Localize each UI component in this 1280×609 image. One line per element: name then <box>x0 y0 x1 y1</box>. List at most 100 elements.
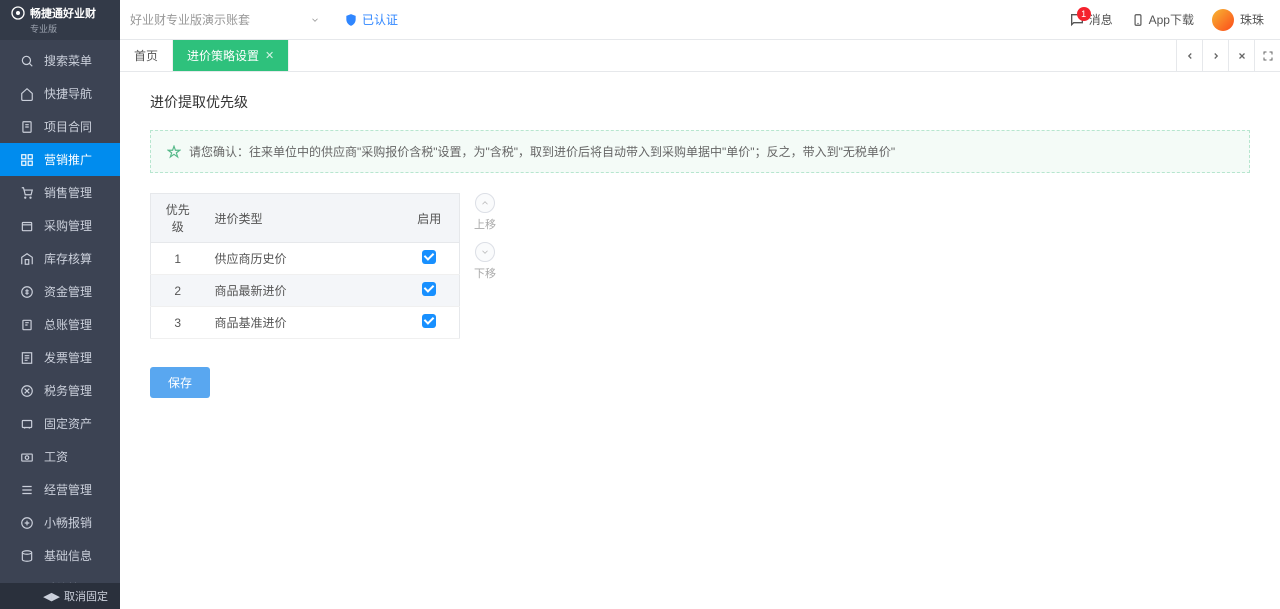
user-name: 珠珠 <box>1240 11 1264 28</box>
header: 好业财专业版演示账套 已认证 消息 1 App下载 珠珠 <box>120 0 1280 40</box>
document-icon <box>20 120 34 134</box>
enable-checkbox[interactable] <box>422 250 436 264</box>
sidebar-item-label: 小畅报销 <box>44 514 92 531</box>
sidebar-item-sales[interactable]: 销售管理 <box>0 176 120 209</box>
info-note: 请您确认：往来单位中的供应商"采购报价含税"设置，为"含税"，取到进价后将自动带… <box>150 130 1250 173</box>
sidebar-item-label: 采购管理 <box>44 217 92 234</box>
chevron-down-icon <box>310 15 320 25</box>
row-index: 1 <box>151 243 205 275</box>
sidebar-item-invoice[interactable]: 发票管理 <box>0 341 120 374</box>
note-text: 请您确认：往来单位中的供应商"采购报价含税"设置，为"含税"，取到进价后将自动带… <box>189 143 895 160</box>
table-row[interactable]: 2 商品最新进价 <box>151 275 460 307</box>
move-down-label: 下移 <box>474 265 496 281</box>
org-name: 好业财专业版演示账套 <box>130 11 250 28</box>
chevron-down-icon <box>480 247 490 257</box>
row-index: 3 <box>151 307 205 339</box>
messages-count-badge: 1 <box>1077 7 1091 21</box>
sidebar-item-tax[interactable]: 税务管理 <box>0 374 120 407</box>
sidebar: 畅捷通好业财 专业版 搜索菜单 快捷导航 项目合同 营销推广 <box>0 0 120 609</box>
sidebar-pin-toggle[interactable]: ◀▶ 取消固定 <box>0 583 120 609</box>
pin-icon: ◀▶ <box>43 590 60 603</box>
chevron-up-icon <box>480 198 490 208</box>
table-row[interactable]: 3 商品基准进价 <box>151 307 460 339</box>
sidebar-pin-label: 取消固定 <box>64 588 108 604</box>
sidebar-item-label: 营销推广 <box>44 151 92 168</box>
download-label: App下载 <box>1149 11 1194 28</box>
receipt-icon <box>20 351 34 365</box>
sidebar-item-label: 基础信息 <box>44 547 92 564</box>
move-up-button[interactable]: 上移 <box>474 193 496 232</box>
tabs-next-button[interactable] <box>1202 40 1228 71</box>
sidebar-item-contract[interactable]: 项目合同 <box>0 110 120 143</box>
sidebar-item-marketing[interactable]: 营销推广 <box>0 143 120 176</box>
sidebar-item-label: 发票管理 <box>44 349 92 366</box>
col-header-enable: 启用 <box>400 194 460 243</box>
tabs-close-all-button[interactable] <box>1228 40 1254 71</box>
verified-badge[interactable]: 已认证 <box>344 11 398 28</box>
sidebar-item-label: 库存核算 <box>44 250 92 267</box>
tab-close-icon[interactable]: ✕ <box>265 49 274 62</box>
brand-logo-icon <box>10 5 26 21</box>
table-row[interactable]: 1 供应商历史价 <box>151 243 460 275</box>
tabs-prev-button[interactable] <box>1176 40 1202 71</box>
app-download-button[interactable]: App下载 <box>1131 11 1194 28</box>
expand-icon <box>1262 50 1274 62</box>
salary-icon <box>20 450 34 464</box>
user-menu[interactable]: 珠珠 <box>1212 9 1264 31</box>
brand: 畅捷通好业财 专业版 <box>0 0 120 40</box>
sidebar-item-finance[interactable]: 资金管理 <box>0 275 120 308</box>
sidebar-item-label: 税务管理 <box>44 382 92 399</box>
priority-table: 优先级 进价类型 启用 1 供应商历史价 2 商品最新 <box>150 193 460 339</box>
money-icon <box>20 285 34 299</box>
col-header-priority: 优先级 <box>151 194 205 243</box>
messages-button[interactable]: 消息 1 <box>1069 11 1113 28</box>
brand-edition: 专业版 <box>30 22 120 35</box>
page-title: 进价提取优先级 <box>150 92 1250 112</box>
home-icon <box>20 87 34 101</box>
fullscreen-button[interactable] <box>1254 40 1280 71</box>
chevron-right-icon <box>1211 51 1221 61</box>
save-button[interactable]: 保存 <box>150 367 210 398</box>
database-icon <box>20 549 34 563</box>
sidebar-item-inventory[interactable]: 库存核算 <box>0 242 120 275</box>
sidebar-item-xiaochang[interactable]: 小畅报销 <box>0 506 120 539</box>
list-icon <box>20 483 34 497</box>
chevron-left-icon <box>1185 51 1195 61</box>
cart-icon <box>20 186 34 200</box>
row-index: 2 <box>151 275 205 307</box>
close-icon <box>1237 51 1247 61</box>
org-selector[interactable]: 好业财专业版演示账套 <box>130 11 320 28</box>
messages-label: 消息 <box>1089 11 1113 28</box>
sidebar-item-ledger[interactable]: 总账管理 <box>0 308 120 341</box>
sidebar-item-label: 资金管理 <box>44 283 92 300</box>
sidebar-item-operation[interactable]: 经营管理 <box>0 473 120 506</box>
asset-icon <box>20 417 34 431</box>
grid-icon <box>20 153 34 167</box>
avatar <box>1212 9 1234 31</box>
tab-label: 进价策略设置 <box>187 47 259 64</box>
sidebar-item-asset[interactable]: 固定资产 <box>0 407 120 440</box>
enable-checkbox[interactable] <box>422 314 436 328</box>
sidebar-item-salary[interactable]: 工资 <box>0 440 120 473</box>
sidebar-item-basic[interactable]: 基础信息 <box>0 539 120 572</box>
row-type: 供应商历史价 <box>205 243 400 275</box>
content: 进价提取优先级 请您确认：往来单位中的供应商"采购报价含税"设置，为"含税"，取… <box>120 72 1280 609</box>
sidebar-item-search[interactable]: 搜索菜单 <box>0 44 120 77</box>
warehouse-icon <box>20 252 34 266</box>
move-down-button[interactable]: 下移 <box>474 242 496 281</box>
tabs-bar: 首页 进价策略设置 ✕ <box>120 40 1280 72</box>
info-icon <box>167 145 181 159</box>
tab-home[interactable]: 首页 <box>120 40 173 71</box>
sidebar-item-quicknav[interactable]: 快捷导航 <box>0 77 120 110</box>
tab-label: 首页 <box>134 47 158 64</box>
sidebar-item-label: 工资 <box>44 448 68 465</box>
enable-checkbox[interactable] <box>422 282 436 296</box>
shield-icon <box>344 13 358 27</box>
sidebar-item-label: 总账管理 <box>44 316 92 333</box>
package-icon <box>20 219 34 233</box>
sidebar-item-purchase[interactable]: 采购管理 <box>0 209 120 242</box>
row-type: 商品基准进价 <box>205 307 400 339</box>
tax-icon <box>20 384 34 398</box>
sidebar-item-system[interactable]: 系统管理 <box>0 572 120 583</box>
tab-price-strategy[interactable]: 进价策略设置 ✕ <box>173 40 289 71</box>
